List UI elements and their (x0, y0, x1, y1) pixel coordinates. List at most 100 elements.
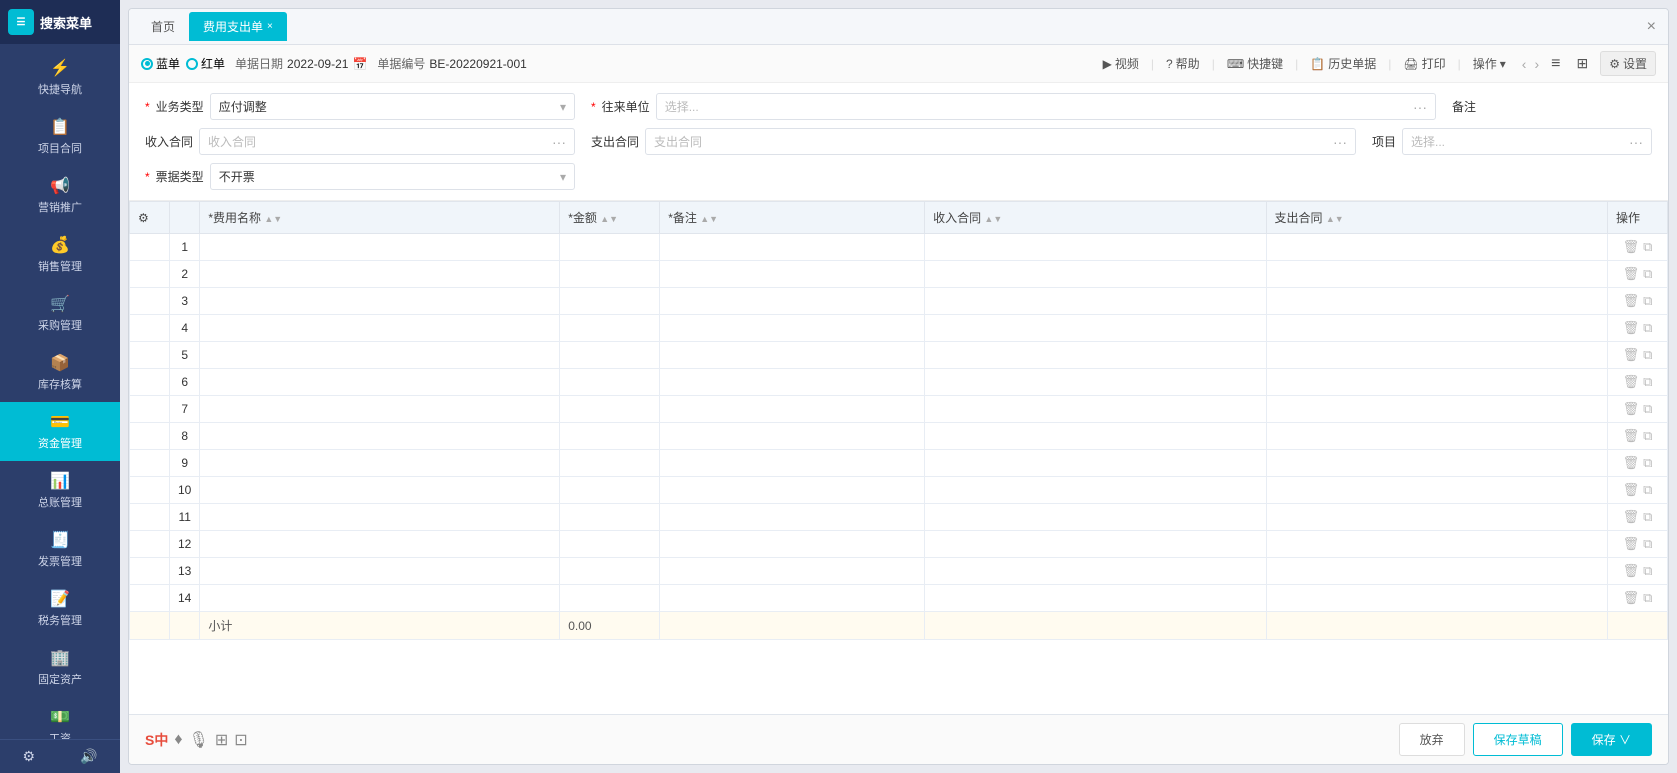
row-expense-contract-13[interactable] (1266, 558, 1607, 585)
list-view-btn[interactable]: ≡ (1547, 53, 1564, 75)
row-remark-7[interactable] (660, 396, 925, 423)
sidebar-item-purchase[interactable]: 🛒采购管理 (0, 284, 120, 343)
save-draft-button[interactable]: 保存草稿 (1473, 723, 1563, 756)
row-copy-2[interactable]: ⧉ (1643, 266, 1652, 282)
row-expense-name-14[interactable] (200, 585, 560, 612)
table-icon[interactable]: ⊡ (234, 730, 247, 750)
tab-expense-close[interactable]: × (267, 21, 273, 32)
row-copy-4[interactable]: ⧉ (1643, 320, 1652, 336)
row-expense-name-12[interactable] (200, 531, 560, 558)
row-copy-1[interactable]: ⧉ (1643, 239, 1652, 255)
row-income-contract-8[interactable] (925, 423, 1266, 450)
sidebar-item-capital[interactable]: 💳资金管理 (0, 402, 120, 461)
row-income-contract-13[interactable] (925, 558, 1266, 585)
row-expense-name-4[interactable] (200, 315, 560, 342)
row-income-contract-7[interactable] (925, 396, 1266, 423)
mic-icon[interactable]: 🎙 (189, 730, 209, 750)
sort-income-contract[interactable]: ▲▼ (984, 214, 1002, 224)
radio-blue[interactable]: 蓝单 (141, 55, 180, 72)
income-contract-dots[interactable]: ··· (552, 134, 566, 150)
row-remark-3[interactable] (660, 288, 925, 315)
row-expense-name-3[interactable] (200, 288, 560, 315)
row-expense-contract-6[interactable] (1266, 369, 1607, 396)
row-copy-3[interactable]: ⧉ (1643, 293, 1652, 309)
settings-footer-icon[interactable]: ⚙ (23, 748, 36, 765)
row-expense-name-11[interactable] (200, 504, 560, 531)
row-amount-2[interactable] (560, 261, 660, 288)
sound-footer-icon[interactable]: 🔊 (80, 748, 97, 765)
row-delete-13[interactable]: 🗑 (1623, 563, 1640, 579)
sidebar-item-inventory[interactable]: 📦库存核算 (0, 343, 120, 402)
row-remark-8[interactable] (660, 423, 925, 450)
sort-expense-contract[interactable]: ▲▼ (1326, 214, 1344, 224)
row-expense-name-6[interactable] (200, 369, 560, 396)
video-btn[interactable]: ▶ 视频 (1099, 53, 1143, 74)
help-btn[interactable]: ? 帮助 (1162, 53, 1204, 74)
row-amount-6[interactable] (560, 369, 660, 396)
sidebar-item-project-contract[interactable]: 📋项目合同 (0, 107, 120, 166)
row-amount-14[interactable] (560, 585, 660, 612)
row-copy-6[interactable]: ⧉ (1643, 374, 1652, 390)
row-remark-4[interactable] (660, 315, 925, 342)
project-input[interactable]: 选择... ··· (1402, 128, 1652, 155)
row-amount-12[interactable] (560, 531, 660, 558)
sidebar-item-ledger[interactable]: 📊总账管理 (0, 461, 120, 520)
row-remark-10[interactable] (660, 477, 925, 504)
row-expense-contract-5[interactable] (1266, 342, 1607, 369)
row-expense-name-1[interactable] (200, 234, 560, 261)
row-income-contract-10[interactable] (925, 477, 1266, 504)
row-copy-14[interactable]: ⧉ (1643, 590, 1652, 606)
grid-view-btn[interactable]: ⊞ (1572, 53, 1592, 74)
row-delete-1[interactable]: 🗑 (1623, 239, 1640, 255)
history-btn[interactable]: 📋 历史单据 (1306, 53, 1380, 74)
row-expense-contract-14[interactable] (1266, 585, 1607, 612)
row-delete-5[interactable]: 🗑 (1623, 347, 1640, 363)
row-amount-5[interactable] (560, 342, 660, 369)
discard-button[interactable]: 放弃 (1399, 723, 1465, 756)
row-income-contract-11[interactable] (925, 504, 1266, 531)
save-button[interactable]: 保存 ∨ (1571, 723, 1652, 756)
income-contract-input[interactable]: 收入合同 ··· (199, 128, 575, 155)
settings-button[interactable]: ⚙ 设置 (1600, 51, 1656, 76)
row-expense-contract-9[interactable] (1266, 450, 1607, 477)
ticket-type-select[interactable]: 不开票 ▾ (210, 163, 575, 190)
row-expense-contract-7[interactable] (1266, 396, 1607, 423)
col-settings[interactable]: ⚙ (130, 202, 170, 234)
row-delete-11[interactable]: 🗑 (1623, 509, 1640, 525)
shortcut-btn[interactable]: ⌨ 快捷键 (1223, 53, 1287, 74)
sidebar-header[interactable]: ☰ 搜索菜单 (0, 0, 120, 44)
row-copy-5[interactable]: ⧉ (1643, 347, 1652, 363)
sidebar-item-tax[interactable]: 📝税务管理 (0, 579, 120, 638)
row-income-contract-1[interactable] (925, 234, 1266, 261)
row-amount-10[interactable] (560, 477, 660, 504)
row-remark-12[interactable] (660, 531, 925, 558)
row-expense-name-2[interactable] (200, 261, 560, 288)
counterpart-input[interactable]: 选择... ··· (656, 93, 1436, 120)
row-delete-9[interactable]: 🗑 (1623, 455, 1640, 471)
row-delete-12[interactable]: 🗑 (1623, 536, 1640, 552)
row-delete-6[interactable]: 🗑 (1623, 374, 1640, 390)
sidebar-item-salary[interactable]: 💵工资 (0, 697, 120, 739)
row-amount-1[interactable] (560, 234, 660, 261)
calendar-icon[interactable]: 📅 (352, 57, 367, 71)
operations-btn[interactable]: 操作 ▾ (1469, 53, 1510, 74)
sidebar-item-sales[interactable]: 💰销售管理 (0, 225, 120, 284)
sidebar-item-quick-nav[interactable]: ⚡快捷导航 (0, 48, 120, 107)
row-copy-7[interactable]: ⧉ (1643, 401, 1652, 417)
row-remark-11[interactable] (660, 504, 925, 531)
row-income-contract-3[interactable] (925, 288, 1266, 315)
row-copy-10[interactable]: ⧉ (1643, 482, 1652, 498)
expense-contract-dots[interactable]: ··· (1333, 134, 1347, 150)
radio-red[interactable]: 红单 (186, 55, 225, 72)
window-close-button[interactable]: × (1643, 18, 1660, 36)
row-delete-7[interactable]: 🗑 (1623, 401, 1640, 417)
row-expense-contract-8[interactable] (1266, 423, 1607, 450)
sort-expense-name[interactable]: ▲▼ (264, 214, 282, 224)
row-delete-10[interactable]: 🗑 (1623, 482, 1640, 498)
row-remark-13[interactable] (660, 558, 925, 585)
row-remark-6[interactable] (660, 369, 925, 396)
row-amount-11[interactable] (560, 504, 660, 531)
row-expense-contract-11[interactable] (1266, 504, 1607, 531)
counterpart-dots[interactable]: ··· (1413, 99, 1427, 115)
row-copy-9[interactable]: ⧉ (1643, 455, 1652, 471)
